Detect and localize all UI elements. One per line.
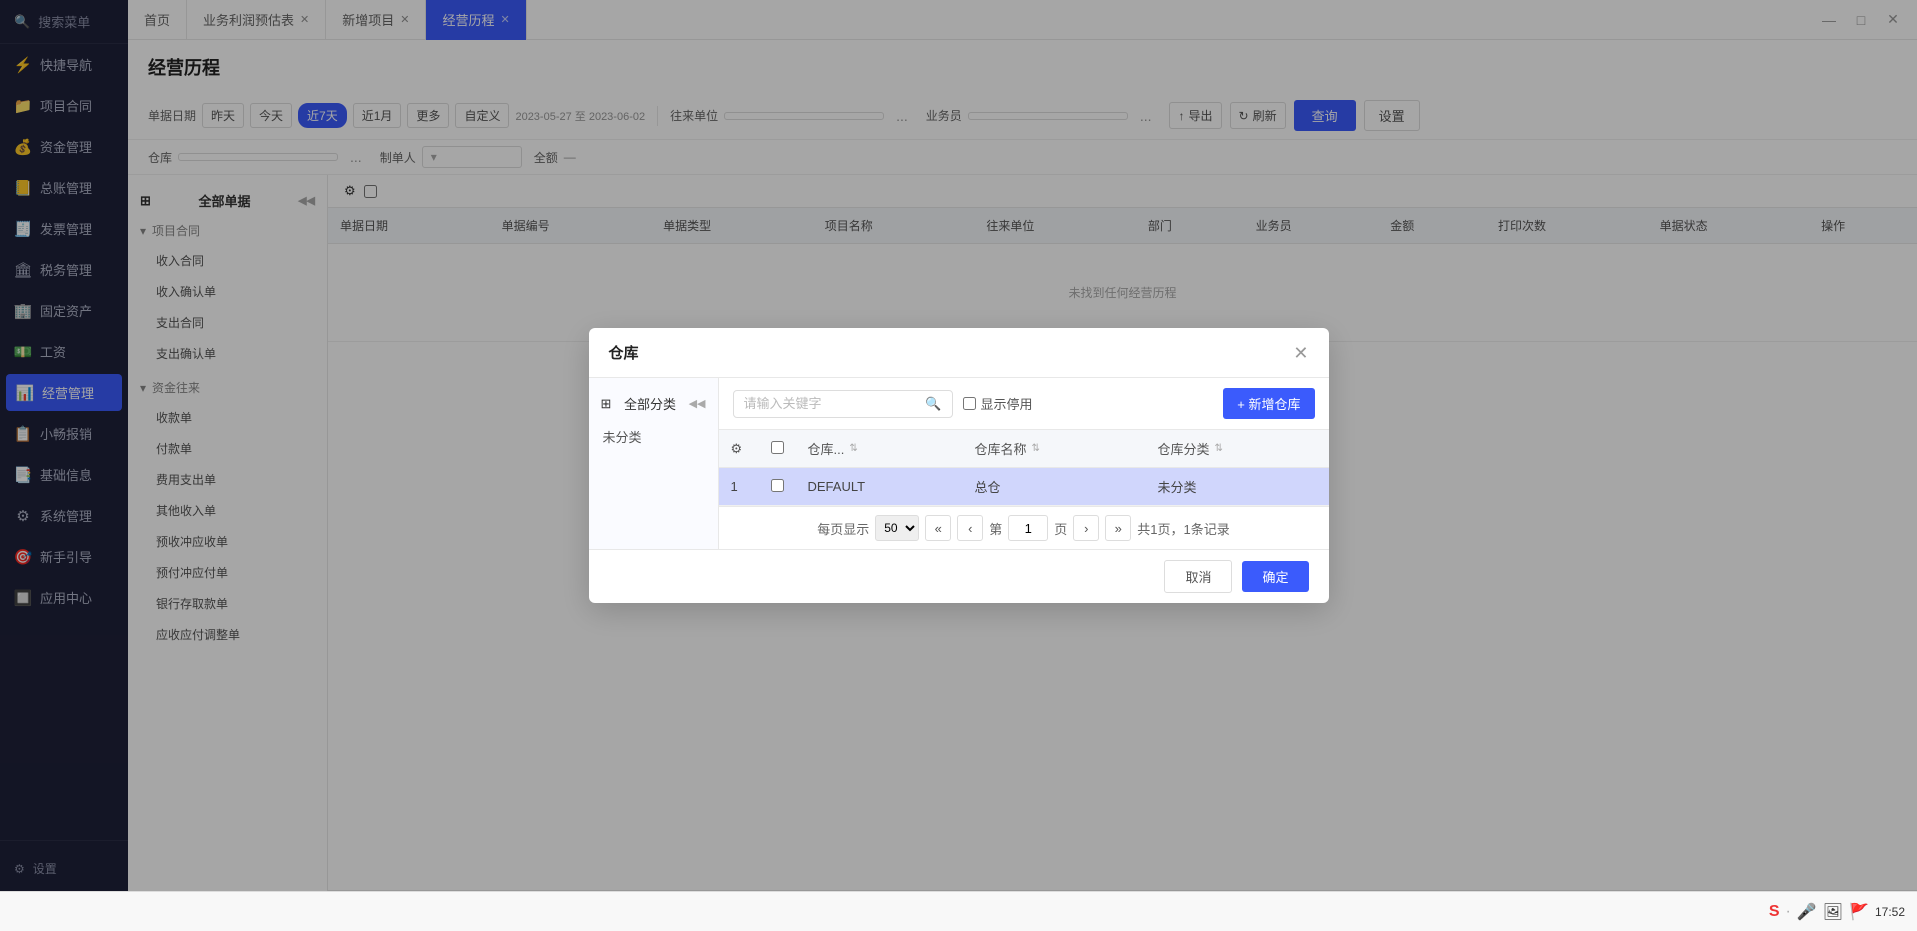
page-number-input[interactable]: [1008, 515, 1048, 541]
row-id: 1: [719, 468, 759, 506]
dialog-table: ⚙ 仓库... ⇅: [719, 430, 1329, 506]
page-label: 第: [989, 519, 1002, 538]
sort-icon-name: ⇅: [1031, 443, 1039, 454]
overlay: 仓库 ✕ ⊞ 全部分类 ◀◀ 未分类 🔍: [0, 0, 1917, 931]
dialog-right: 🔍 显示停用 + 新增仓库 ⚙: [719, 378, 1329, 549]
taskbar-time: 17:52: [1875, 905, 1905, 919]
show-disabled-label: 显示停用: [981, 394, 1033, 413]
dialog-collapse-icon[interactable]: ◀◀: [689, 397, 706, 410]
row-checkbox[interactable]: [759, 468, 796, 506]
per-page-label2: 每页显示: [817, 519, 869, 538]
confirm-btn[interactable]: 确定: [1242, 561, 1308, 592]
search-input[interactable]: [744, 396, 920, 411]
taskbar-img-icon[interactable]: 🖼: [1823, 902, 1843, 922]
total-info: 共1页，1条记录: [1137, 519, 1229, 538]
sort-icon-code: ⇅: [849, 443, 857, 454]
prev-page-btn[interactable]: ‹: [957, 515, 983, 541]
uncategorized-label: 未分类: [603, 430, 642, 445]
row-name: 总仓: [962, 468, 1145, 506]
cancel-btn[interactable]: 取消: [1164, 560, 1232, 593]
page-unit: 页: [1054, 519, 1067, 538]
dialog-left-header[interactable]: ⊞ 全部分类 ◀◀: [589, 388, 718, 419]
dialog-close-btn[interactable]: ✕: [1293, 344, 1308, 362]
select-all-dialog-checkbox[interactable]: [771, 441, 784, 454]
warehouse-dialog: 仓库 ✕ ⊞ 全部分类 ◀◀ 未分类 🔍: [589, 328, 1329, 603]
sort-category[interactable]: 仓库分类 ⇅: [1157, 439, 1222, 458]
col-warehouse-code: 仓库... ⇅: [796, 430, 963, 468]
all-category-icon: ⊞: [601, 396, 612, 412]
per-page-select2[interactable]: 50: [875, 515, 919, 541]
taskbar: S · 🎤 🖼 🚩 17:52: [0, 891, 1917, 931]
dialog-left-panel: ⊞ 全部分类 ◀◀ 未分类: [589, 378, 719, 549]
dialog-table-wrapper: ⚙ 仓库... ⇅: [719, 430, 1329, 506]
first-page-btn[interactable]: «: [925, 515, 951, 541]
uncategorized-item[interactable]: 未分类: [589, 419, 718, 454]
col-settings: ⚙: [719, 430, 759, 468]
dialog-body: ⊞ 全部分类 ◀◀ 未分类 🔍 显示停用: [589, 378, 1329, 549]
search-icon: 🔍: [925, 396, 941, 412]
last-page-btn[interactable]: »: [1105, 515, 1131, 541]
dialog-pagination: 每页显示 50 « ‹ 第 页 › » 共1页，1条记录: [719, 506, 1329, 549]
sort-name[interactable]: 仓库名称 ⇅: [974, 439, 1039, 458]
show-disabled-checkbox[interactable]: 显示停用: [963, 394, 1033, 413]
dialog-toolbar: 🔍 显示停用 + 新增仓库: [719, 378, 1329, 430]
col-check: [759, 430, 796, 468]
show-disabled-input[interactable]: [963, 397, 976, 410]
taskbar-mic-icon[interactable]: 🎤: [1797, 902, 1817, 922]
row-category: 未分类: [1145, 468, 1328, 506]
taskbar-icon-dot: ·: [1785, 903, 1790, 921]
table-row[interactable]: 1 DEFAULT 总仓 未分类: [719, 468, 1329, 506]
col-warehouse-name: 仓库名称 ⇅: [962, 430, 1145, 468]
row-code: DEFAULT: [796, 468, 963, 506]
dialog-search[interactable]: 🔍: [733, 390, 953, 418]
taskbar-icon-s[interactable]: S: [1769, 903, 1780, 921]
dialog-header: 仓库 ✕: [589, 328, 1329, 378]
dialog-title: 仓库: [609, 342, 639, 363]
dialog-footer: 取消 确定: [589, 549, 1329, 603]
settings-icon3[interactable]: ⚙: [731, 441, 743, 456]
next-page-btn[interactable]: ›: [1073, 515, 1099, 541]
sort-code[interactable]: 仓库... ⇅: [808, 439, 858, 458]
sort-icon-category: ⇅: [1214, 443, 1222, 454]
add-warehouse-btn[interactable]: + 新增仓库: [1223, 388, 1314, 419]
taskbar-flag-icon[interactable]: 🚩: [1849, 902, 1869, 922]
col-warehouse-category: 仓库分类 ⇅: [1145, 430, 1328, 468]
all-category-label: 全部分类: [624, 394, 676, 413]
row-select-checkbox[interactable]: [771, 479, 784, 492]
